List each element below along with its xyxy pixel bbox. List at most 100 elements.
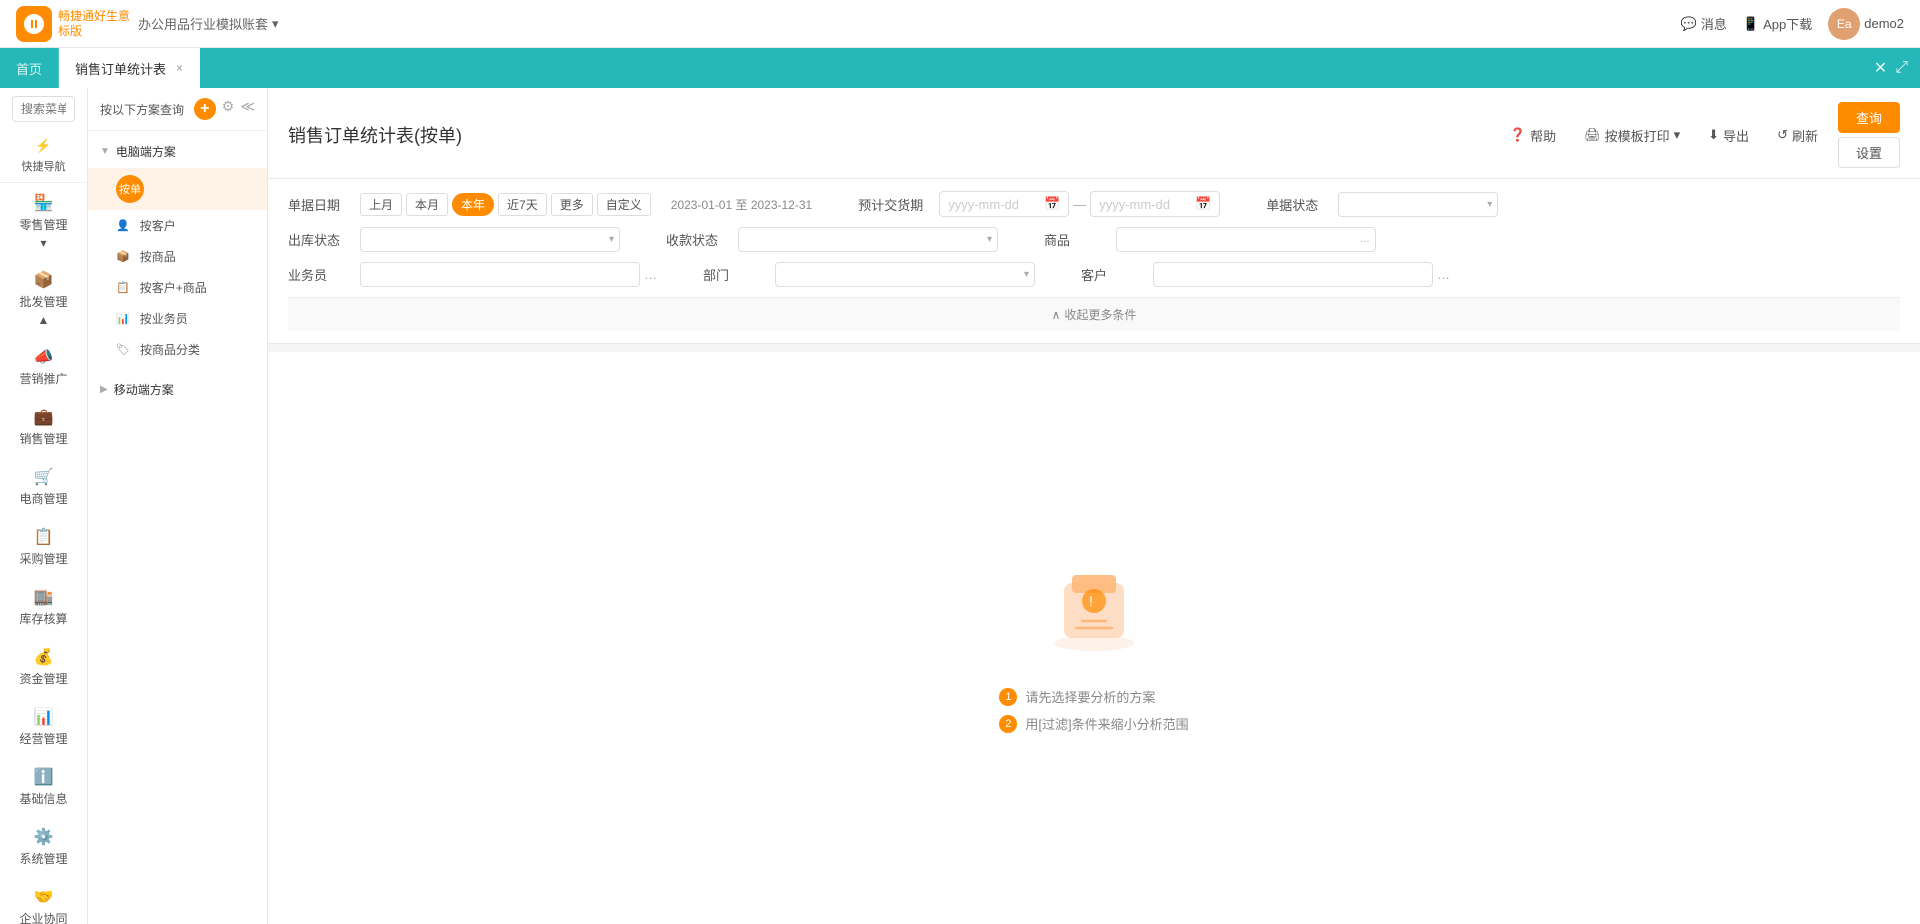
salesperson-dots[interactable]: … (644, 267, 657, 282)
mobile-scheme-group: ▶ 移动端方案 (88, 369, 267, 410)
sidebar-quick-nav[interactable]: ⚡ 快捷导航 (0, 130, 87, 183)
retail-icon: 🏪 (34, 193, 54, 213)
delivery-status-label: 出库状态 (288, 230, 344, 249)
scheme-item-by-goods[interactable]: 📦 按商品 (88, 241, 267, 272)
date-filter-label: 单据日期 (288, 195, 344, 214)
query-button[interactable]: 查询 (1838, 102, 1900, 133)
tab-sales-order-stats[interactable]: 销售订单统计表 × (59, 48, 200, 88)
scheme-item-by-salesperson[interactable]: 📊 按业务员 (88, 303, 267, 334)
date-btn-more[interactable]: 更多 (551, 193, 593, 216)
payment-status-select[interactable] (738, 227, 998, 252)
left-panel-icons: + ⚙ ≪ (194, 98, 255, 120)
date-btn-this-year[interactable]: 本年 (452, 193, 494, 216)
goods-select-wrap: … (1116, 227, 1376, 252)
customer-dots[interactable]: … (1437, 267, 1450, 282)
pc-scheme-title[interactable]: ▼ 电脑端方案 (88, 135, 267, 168)
delivery-status-select[interactable] (360, 227, 620, 252)
empty-illustration: ! (1034, 543, 1154, 663)
sales-icon: 💼 (34, 407, 54, 427)
date-btn-this-month[interactable]: 本月 (406, 193, 448, 216)
window-close-button[interactable]: ✕ (1874, 58, 1887, 78)
collab-icon: 🤝 (34, 887, 54, 907)
customer-goods-scheme-icon: 📋 (116, 281, 130, 294)
tip-num-2: 2 (999, 715, 1017, 733)
scheme-item-by-customer[interactable]: 👤 按客户 (88, 210, 267, 241)
sidebar-menu-section: 🏪 零售管理 ▾ 📦 批发管理 ▲ 📣 营销推广 💼 销售管理 🛒 电商管理 (0, 183, 87, 924)
tab-close-button[interactable]: × (176, 61, 183, 75)
window-maximize-button[interactable]: ⤢ (1895, 59, 1908, 77)
tip-num-1: 1 (999, 688, 1017, 706)
empty-tip-2: 2 用[过滤]条件来缩小分析范围 (999, 714, 1188, 733)
filter-row-date: 单据日期 上月 本月 本年 近7天 更多 自定义 2023-01-01 至 20… (288, 191, 1900, 217)
help-button[interactable]: ❓ 帮助 (1502, 122, 1564, 149)
sidebar-item-finance[interactable]: 💰 资金管理 (0, 637, 87, 697)
sidebar-item-retail[interactable]: 🏪 零售管理 ▾ (0, 183, 87, 260)
sidebar-item-sales[interactable]: 💼 销售管理 (0, 397, 87, 457)
page-header: 销售订单统计表(按单) ❓ 帮助 🖨 按模板打印 ▾ ⬇ 导出 ↺ 刷新 (268, 88, 1920, 179)
operations-icon: 📊 (34, 707, 54, 727)
scheme-item-by-category[interactable]: 🏷 按商品分类 (88, 334, 267, 365)
mobile-scheme-arrow: ▶ (100, 384, 108, 395)
scheme-active-icon: 按单 (116, 175, 144, 203)
top-bar: 畅捷通好生意 标版 办公用品行业模拟账套 ▾ 💬 消息 📱 App下载 Ea d… (0, 0, 1920, 48)
settings-scheme-button[interactable]: ⚙ (222, 98, 235, 120)
date-btn-last-7[interactable]: 近7天 (498, 193, 547, 216)
date-buttons: 上月 本月 本年 近7天 更多 自定义 (360, 193, 651, 216)
customer-input[interactable] (1153, 262, 1433, 287)
filter-area: 单据日期 上月 本月 本年 近7天 更多 自定义 2023-01-01 至 20… (268, 179, 1920, 344)
message-button[interactable]: 💬 消息 (1681, 14, 1727, 33)
delivery-date-from[interactable]: yyyy-mm-dd 📅 (939, 191, 1069, 217)
bill-status-select[interactable] (1338, 192, 1498, 217)
salesperson-filter-label: 业务员 (288, 265, 344, 284)
sidebar-search-area (0, 88, 87, 130)
user-area[interactable]: Ea demo2 (1828, 8, 1904, 40)
payment-status-select-wrap: ▾ (738, 227, 998, 252)
customer-filter-label: 客户 (1081, 265, 1137, 284)
purchase-icon: 📋 (34, 527, 54, 547)
calendar-icon2: 📅 (1195, 196, 1211, 212)
delivery-date-label: 预计交货期 (858, 195, 923, 214)
payment-status-label: 收款状态 (666, 230, 722, 249)
app-download-button[interactable]: 📱 App下载 (1743, 14, 1812, 33)
sidebar: ⚡ 快捷导航 🏪 零售管理 ▾ 📦 批发管理 ▲ 📣 营销推广 💼 销售管理 (0, 88, 88, 924)
breadcrumb: 办公用品行业模拟账套 ▾ (138, 14, 279, 33)
scheme-item-by-customer-goods[interactable]: 📋 按客户+商品 (88, 272, 267, 303)
sidebar-item-purchase[interactable]: 📋 采购管理 (0, 517, 87, 577)
delivery-date-to[interactable]: yyyy-mm-dd 📅 (1090, 191, 1220, 217)
search-input[interactable] (12, 96, 75, 122)
date-btn-custom[interactable]: 自定义 (597, 193, 651, 216)
pc-scheme-group: ▼ 电脑端方案 按单 👤 按客户 📦 按商品 📋 按客户+商品 📊 按业务员 (88, 131, 267, 369)
template-print-button[interactable]: 🖨 按模板打印 ▾ (1576, 122, 1688, 149)
sidebar-item-system[interactable]: ⚙️ 系统管理 (0, 817, 87, 877)
inventory-icon: 🏬 (34, 587, 54, 607)
add-scheme-button[interactable]: + (194, 98, 216, 120)
mobile-scheme-title[interactable]: ▶ 移动端方案 (88, 373, 267, 406)
empty-tips: 1 请先选择要分析的方案 2 用[过滤]条件来缩小分析范围 (999, 687, 1188, 733)
collapse-panel-button[interactable]: ≪ (240, 98, 255, 120)
sidebar-item-ecommerce[interactable]: 🛒 电商管理 (0, 457, 87, 517)
main-content: 销售订单统计表(按单) ❓ 帮助 🖨 按模板打印 ▾ ⬇ 导出 ↺ 刷新 (268, 88, 1920, 924)
page-title: 销售订单统计表(按单) (288, 122, 462, 148)
sidebar-item-basicinfo[interactable]: ℹ️ 基础信息 (0, 757, 87, 817)
scheme-item-by-order[interactable]: 按单 (88, 168, 267, 210)
date-btn-last-month[interactable]: 上月 (360, 193, 402, 216)
goods-select[interactable] (1116, 227, 1376, 252)
sidebar-item-marketing[interactable]: 📣 营销推广 (0, 337, 87, 397)
salesperson-input[interactable] (360, 262, 640, 287)
export-button[interactable]: ⬇ 导出 (1700, 122, 1757, 149)
ecommerce-icon: 🛒 (34, 467, 54, 487)
sidebar-item-inventory[interactable]: 🏬 库存核算 (0, 577, 87, 637)
sidebar-item-operations[interactable]: 📊 经营管理 (0, 697, 87, 757)
collapse-filters-button[interactable]: ∧ 收起更多条件 (288, 297, 1900, 331)
logo-text: 畅捷通好生意 标版 (58, 9, 130, 38)
goods-scheme-icon: 📦 (116, 250, 130, 263)
sidebar-item-collab[interactable]: 🤝 企业协同 (0, 877, 87, 924)
breadcrumb-chevron: ▾ (272, 16, 279, 32)
settings-button[interactable]: 设置 (1838, 137, 1900, 168)
nav-tabs-right: ✕ ⤢ (1874, 48, 1920, 88)
sidebar-item-wholesale[interactable]: 📦 批发管理 ▲ (0, 260, 87, 337)
tab-home[interactable]: 首页 (0, 48, 59, 88)
delivery-status-select-wrap: ▾ (360, 227, 620, 252)
department-select[interactable] (775, 262, 1035, 287)
refresh-button[interactable]: ↺ 刷新 (1769, 122, 1826, 149)
